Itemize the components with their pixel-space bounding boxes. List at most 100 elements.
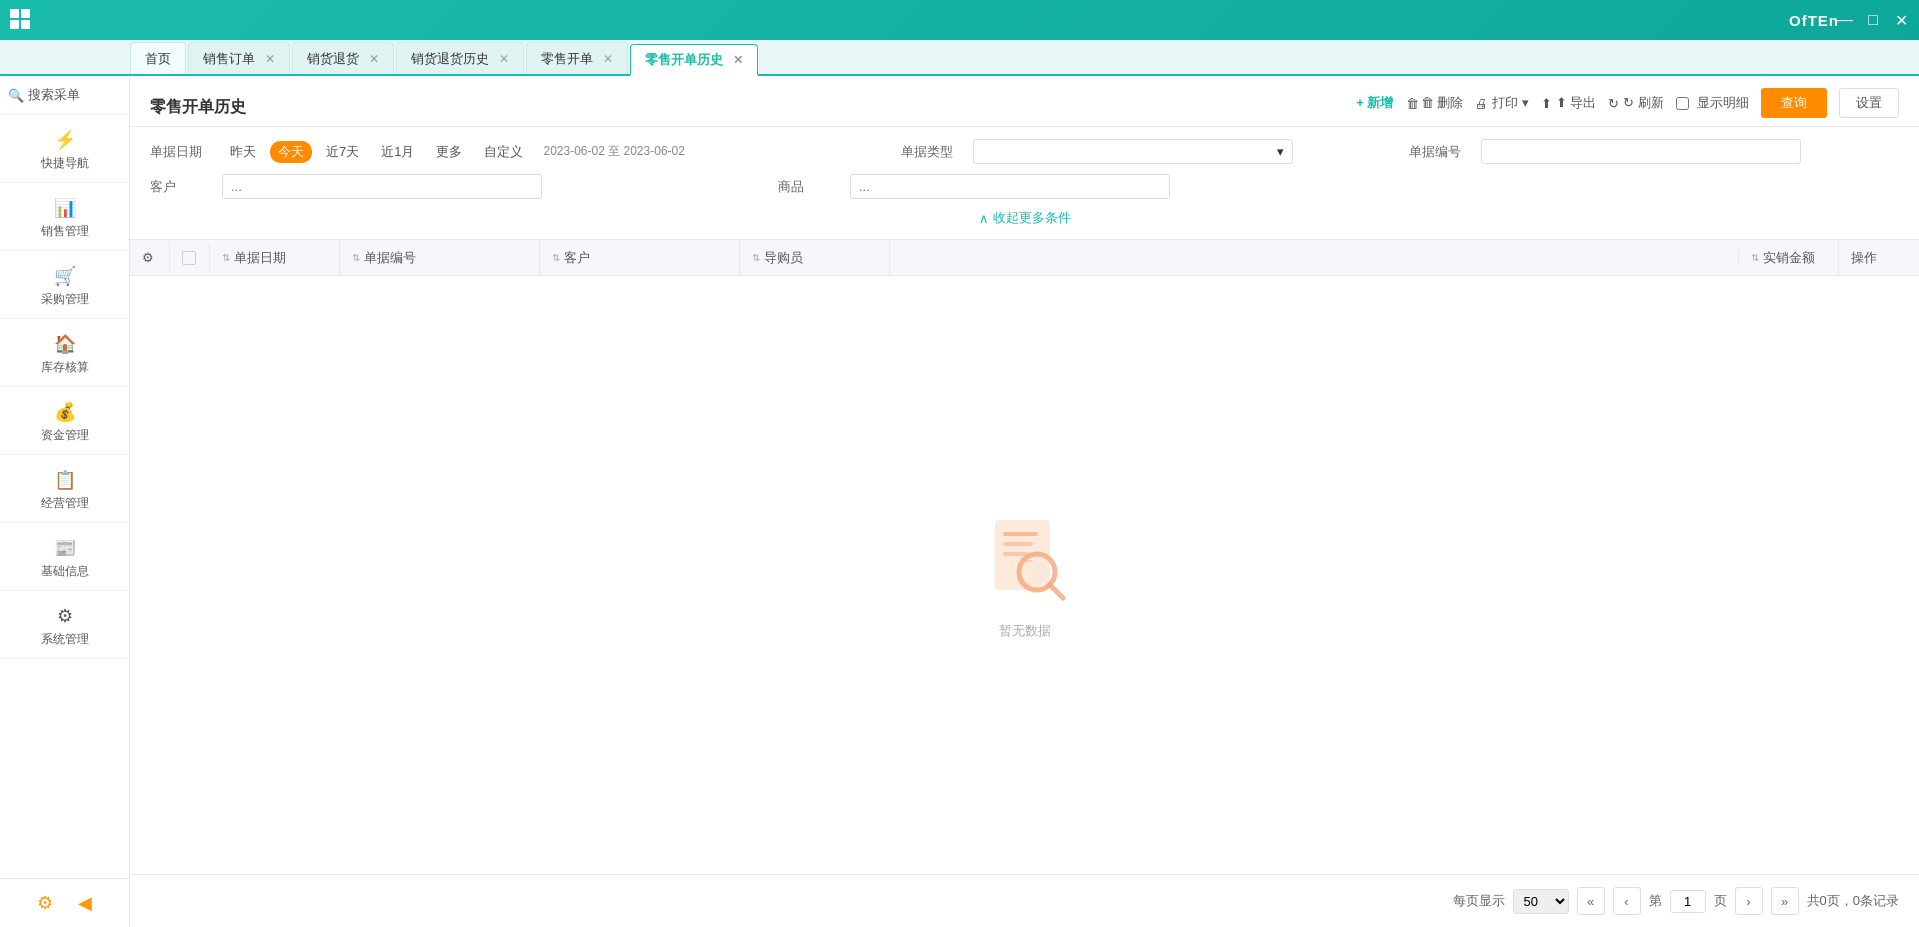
sidebar-item-sys-mgmt[interactable]: ⚙ 系统管理 [0, 591, 129, 659]
svg-rect-7 [1003, 552, 1028, 556]
app-logo [8, 7, 32, 34]
query-button[interactable]: 查询 [1761, 88, 1827, 118]
select-all-checkbox[interactable] [182, 251, 196, 265]
first-page-btn[interactable]: « [1577, 887, 1605, 915]
first-page-icon: « [1587, 894, 1594, 909]
svg-rect-1 [21, 9, 30, 18]
date-opt-today[interactable]: 今天 [270, 141, 312, 163]
sidebar-item-sales-mgmt-label: 销售管理 [41, 223, 89, 240]
sort-date-icon[interactable]: ⇅ [222, 252, 230, 263]
tab-sales-order[interactable]: 销售订单 ✕ [188, 42, 290, 74]
sidebar-item-finance-mgmt-label: 资金管理 [41, 427, 89, 444]
sort-guide-icon[interactable]: ⇅ [752, 252, 760, 263]
collapse-bar[interactable]: ∧ 收起更多条件 [150, 209, 1899, 227]
customer-field[interactable] [231, 179, 533, 194]
sidebar: 🔍 搜索采单 ⚡ 快捷导航 📊 销售管理 🛒 采购管理 🏠 库存核算 💰 资金管… [0, 76, 130, 927]
tab-retail-history-close[interactable]: ✕ [733, 53, 743, 67]
sidebar-item-ops-mgmt[interactable]: 📋 经营管理 [0, 455, 129, 523]
tab-retail-history[interactable]: 零售开单历史 ✕ [630, 44, 758, 76]
sidebar-item-inventory[interactable]: 🏠 库存核算 [0, 319, 129, 387]
print-icon: 🖨 [1475, 96, 1488, 111]
th-spacer [890, 250, 1739, 266]
th-customer: ⇅ 客户 [540, 241, 740, 275]
date-opt-7days[interactable]: 近7天 [318, 141, 367, 163]
search-icon: 🔍 [8, 88, 24, 103]
page-number-input[interactable] [1670, 890, 1706, 913]
tab-sales-return-history[interactable]: 销货退货历史 ✕ [396, 42, 524, 74]
sidebar-item-quick-nav[interactable]: ⚡ 快捷导航 [0, 115, 129, 183]
doc-no-input[interactable] [1481, 139, 1801, 164]
sidebar-collapse-btn[interactable]: ◀ [69, 887, 101, 919]
window-controls: — □ ✕ [1835, 10, 1911, 30]
sidebar-item-inventory-label: 库存核算 [41, 359, 89, 376]
tab-home[interactable]: 首页 [130, 42, 186, 74]
goods-field[interactable] [859, 179, 1161, 194]
doc-type-select[interactable]: ▾ [973, 139, 1293, 164]
per-page-select[interactable]: 50 100 200 [1513, 889, 1569, 914]
main-layout: 🔍 搜索采单 ⚡ 快捷导航 📊 销售管理 🛒 采购管理 🏠 库存核算 💰 资金管… [0, 76, 1919, 927]
inventory-icon: 🏠 [54, 333, 76, 355]
th-amount-label: 实销金额 [1763, 249, 1815, 267]
tab-sales-return[interactable]: 销货退货 ✕ [292, 42, 394, 74]
display-detail-checkbox[interactable]: 显示明细 [1676, 94, 1749, 112]
customer-input[interactable] [222, 174, 542, 199]
tab-retail-order-close[interactable]: ✕ [603, 52, 613, 66]
close-btn[interactable]: ✕ [1891, 10, 1911, 30]
tab-retail-history-label: 零售开单历史 [645, 51, 723, 69]
finance-mgmt-icon: 💰 [54, 401, 76, 423]
detail-checkbox[interactable] [1676, 97, 1689, 110]
page-label: 页 [1714, 892, 1727, 910]
tab-sales-order-close[interactable]: ✕ [265, 52, 275, 66]
sort-amount-icon[interactable]: ⇅ [1751, 252, 1759, 263]
toolbar: + 新增 🗑 🗑 删除 🖨 打印 ▾ ⬆ ⬆ 导出 ↻ ↻ 刷新 [1356, 88, 1899, 126]
sidebar-item-finance-mgmt[interactable]: 💰 资金管理 [0, 387, 129, 455]
sidebar-item-basic-info-label: 基础信息 [41, 563, 89, 580]
minimize-btn[interactable]: — [1835, 10, 1855, 30]
refresh-button[interactable]: ↻ ↻ 刷新 [1608, 94, 1664, 112]
th-customer-label: 客户 [564, 249, 590, 267]
add-button[interactable]: + 新增 [1356, 94, 1393, 112]
tab-bar: 首页 销售订单 ✕ 销货退货 ✕ 销货退货历史 ✕ 零售开单 ✕ 零售开单历史 … [0, 40, 1919, 76]
prev-page-btn[interactable]: ‹ [1613, 887, 1641, 915]
sidebar-footer: ⚙ ◀ [0, 878, 129, 927]
last-page-btn[interactable]: » [1771, 887, 1799, 915]
svg-rect-5 [1003, 532, 1038, 536]
delete-button[interactable]: 🗑 🗑 删除 [1406, 94, 1464, 112]
date-opt-1month[interactable]: 近1月 [373, 141, 422, 163]
th-no-label: 单据编号 [364, 249, 416, 267]
svg-line-10 [1050, 585, 1063, 598]
maximize-btn[interactable]: □ [1863, 10, 1883, 30]
quick-nav-icon: ⚡ [54, 129, 76, 151]
date-opt-custom[interactable]: 自定义 [476, 141, 531, 163]
page-header: 零售开单历史 + 新增 🗑 🗑 删除 🖨 打印 ▾ ⬆ ⬆ 导出 ↻ ↻ 刷 [130, 76, 1919, 127]
column-settings-icon[interactable]: ⚙ [142, 250, 154, 265]
sidebar-item-quick-nav-label: 快捷导航 [41, 155, 89, 172]
th-settings[interactable]: ⚙ [130, 242, 170, 273]
svg-rect-3 [21, 20, 30, 29]
doc-type-arrow: ▾ [1277, 144, 1284, 159]
per-page-label: 每页显示 [1453, 892, 1505, 910]
sidebar-item-basic-info[interactable]: 📰 基础信息 [0, 523, 129, 591]
sidebar-item-sales-mgmt[interactable]: 📊 销售管理 [0, 183, 129, 251]
doc-no-field[interactable] [1490, 144, 1792, 159]
goods-input[interactable] [850, 174, 1170, 199]
filter-area: 单据日期 昨天 今天 近7天 近1月 更多 自定义 2023-06-02 至 2… [130, 127, 1919, 240]
sidebar-item-purchase-mgmt[interactable]: 🛒 采购管理 [0, 251, 129, 319]
settings-button[interactable]: 设置 [1839, 88, 1899, 118]
tab-sales-return-label: 销货退货 [307, 50, 359, 68]
tab-retail-order[interactable]: 零售开单 ✕ [526, 42, 628, 74]
doc-type-label: 单据类型 [901, 143, 957, 161]
tab-sales-return-history-close[interactable]: ✕ [499, 52, 509, 66]
sort-customer-icon[interactable]: ⇅ [552, 252, 560, 263]
tab-sales-return-close[interactable]: ✕ [369, 52, 379, 66]
top-bar: OfTEn — □ ✕ [0, 0, 1919, 40]
last-page-icon: » [1781, 894, 1788, 909]
sidebar-settings-btn[interactable]: ⚙ [29, 887, 61, 919]
date-opt-more[interactable]: 更多 [428, 141, 470, 163]
sidebar-search[interactable]: 🔍 搜索采单 [0, 76, 129, 115]
export-button[interactable]: ⬆ ⬆ 导出 [1541, 94, 1597, 112]
next-page-btn[interactable]: › [1735, 887, 1763, 915]
sort-no-icon[interactable]: ⇅ [352, 252, 360, 263]
date-opt-yesterday[interactable]: 昨天 [222, 141, 264, 163]
print-button[interactable]: 🖨 打印 ▾ [1475, 94, 1529, 112]
